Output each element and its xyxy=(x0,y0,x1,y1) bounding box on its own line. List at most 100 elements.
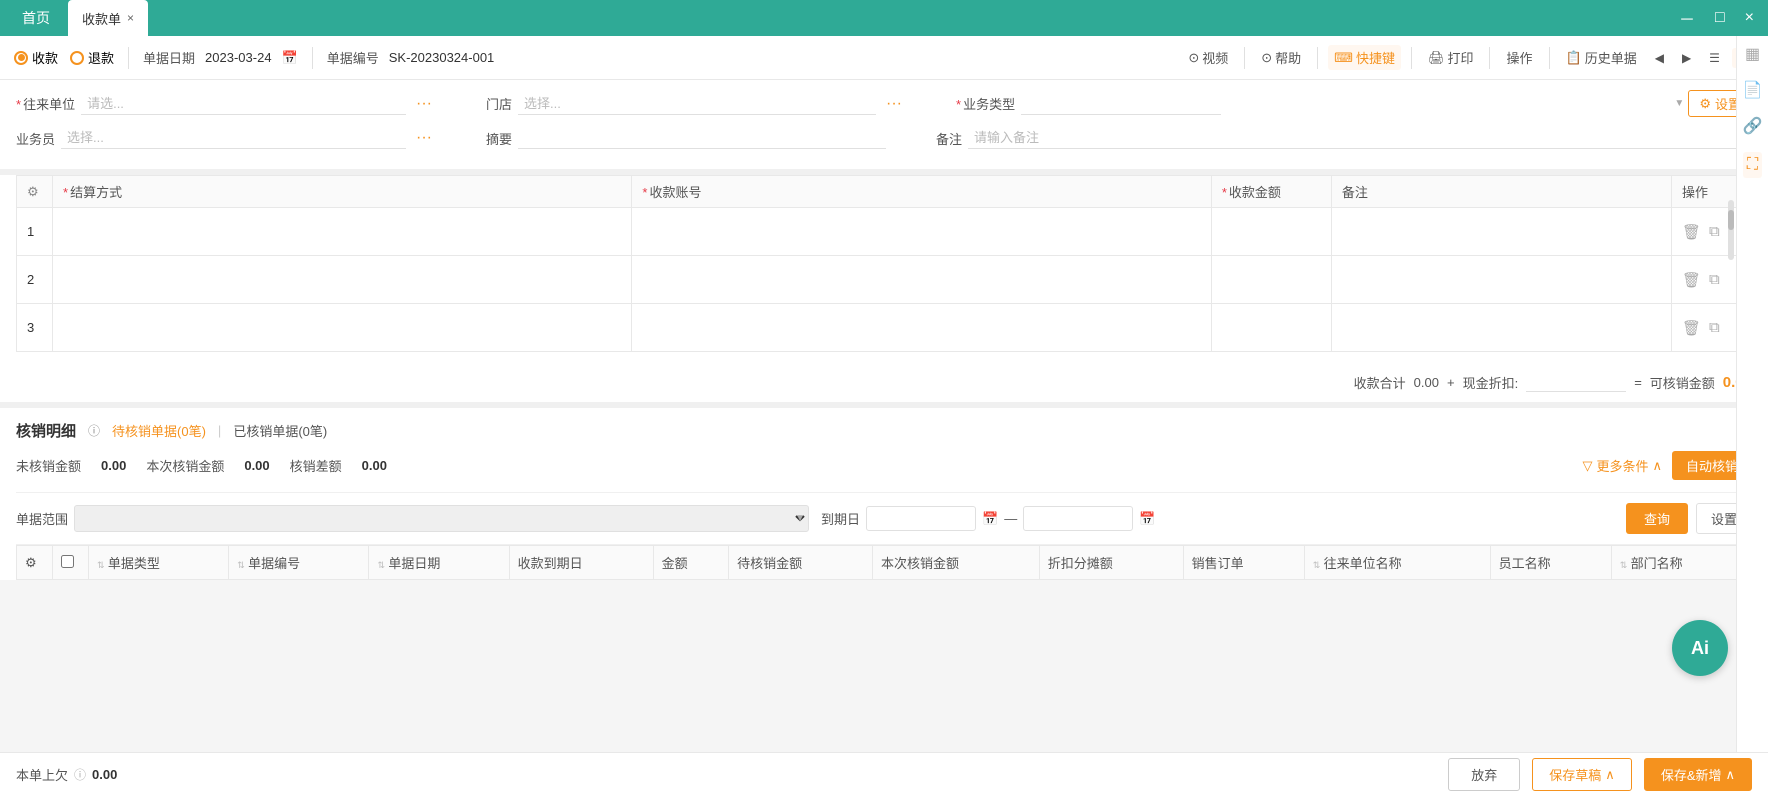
row2-account[interactable] xyxy=(632,256,1211,304)
shop-input[interactable] xyxy=(518,93,876,115)
save-draft-btn[interactable]: 保存草稿 ∧ xyxy=(1532,758,1632,791)
row1-account[interactable] xyxy=(632,208,1211,256)
date-icon-from[interactable]: 📅 xyxy=(982,511,998,527)
row3-amount[interactable] xyxy=(1211,304,1331,352)
list-icon[interactable]: ☰ xyxy=(1703,48,1726,68)
row3-account[interactable] xyxy=(632,304,1211,352)
remark-field: 备注 xyxy=(936,127,1752,149)
abandon-btn[interactable]: 放弃 xyxy=(1448,758,1520,791)
remark-input[interactable] xyxy=(968,127,1752,149)
btcol-gear[interactable]: ⚙ xyxy=(17,546,53,580)
select-all-checkbox[interactable] xyxy=(61,555,74,568)
table-gear-icon[interactable]: ⚙ xyxy=(27,184,39,199)
history-btn[interactable]: 📋 历史单据 xyxy=(1560,45,1643,70)
due-date-label: 到期日 xyxy=(821,509,860,528)
sidebar-table-icon[interactable]: ▦ xyxy=(1745,44,1760,64)
ai-float-btn[interactable]: Ai xyxy=(1672,620,1728,676)
radio-return[interactable]: 退款 xyxy=(70,48,114,67)
biz-type-input[interactable]: 预收款 xyxy=(1021,93,1221,115)
date-icon-to[interactable]: 📅 xyxy=(1139,511,1155,527)
row2-settle[interactable] xyxy=(53,256,632,304)
date-separator: — xyxy=(1004,511,1017,526)
more-conditions-btn[interactable]: ▽ 更多条件 ∧ xyxy=(1582,456,1662,475)
divider7 xyxy=(1549,47,1550,69)
print-btn[interactable]: 🖨 打印 xyxy=(1422,45,1480,70)
row1-remark[interactable] xyxy=(1331,208,1671,256)
row2-amount[interactable] xyxy=(1211,256,1331,304)
tab-receipt[interactable]: 收款单 × xyxy=(68,0,148,36)
done-tab[interactable]: 已核销单据(0笔) xyxy=(233,421,327,440)
close-btn[interactable]: × xyxy=(1739,9,1760,27)
shortcut-btn[interactable]: ⌨ 快捷键 xyxy=(1328,45,1401,70)
staff-more-btn[interactable]: ··· xyxy=(412,129,436,147)
form-row-2: 业务员 ··· 摘要 备注 xyxy=(16,127,1752,149)
pending-tab[interactable]: 待核销单据(0笔) xyxy=(112,421,206,440)
row1-copy-icon[interactable]: ⧉ xyxy=(1709,223,1720,240)
sidebar-expand-icon[interactable]: ⛶ xyxy=(1743,152,1762,178)
btcol-counterpart: ⇅ 往来单位名称 xyxy=(1304,546,1490,580)
divider3 xyxy=(1244,47,1245,69)
ops-btn[interactable]: 操作 xyxy=(1500,45,1538,70)
maximize-btn[interactable]: □ xyxy=(1709,9,1731,27)
save-new-btn[interactable]: 保存&新增 ∧ xyxy=(1644,758,1752,791)
btcol-checkbox[interactable] xyxy=(53,546,89,580)
total-value: 0.00 xyxy=(1414,375,1439,390)
this-bill-icon[interactable]: ⓘ xyxy=(74,766,86,783)
divider4 xyxy=(1317,47,1318,69)
video-icon: ⊙ xyxy=(1188,50,1199,66)
history-icon: 📋 xyxy=(1566,50,1582,66)
row3-remark[interactable] xyxy=(1331,304,1671,352)
reconcile-info-icon[interactable]: ⓘ xyxy=(88,422,100,439)
video-btn[interactable]: ⊙ 视频 xyxy=(1182,45,1234,70)
row1-settle[interactable] xyxy=(53,208,632,256)
query-btn[interactable]: 查询 xyxy=(1626,503,1688,534)
row2-remark[interactable] xyxy=(1331,256,1671,304)
calendar-icon[interactable]: 📅 xyxy=(282,50,298,66)
staff-input[interactable] xyxy=(61,127,406,149)
remark-label: 备注 xyxy=(936,129,962,148)
row3-copy-icon[interactable]: ⧉ xyxy=(1709,319,1720,336)
bill-range-select[interactable] xyxy=(74,505,809,532)
summary-label: 摘要 xyxy=(486,129,512,148)
sort-icon4: ⇅ xyxy=(1313,560,1321,570)
save-new-arrow[interactable]: ∧ xyxy=(1725,767,1735,783)
help-btn[interactable]: ⊙ 帮助 xyxy=(1255,45,1307,70)
summary-input[interactable] xyxy=(518,127,886,149)
footer-right: 放弃 保存草稿 ∧ 保存&新增 ∧ xyxy=(1448,758,1752,791)
footer-left: 本单上欠 ⓘ 0.00 xyxy=(16,765,117,784)
btcol-due-date: 收款到期日 xyxy=(509,546,653,580)
row1-delete-icon[interactable]: 🗑 xyxy=(1682,223,1701,241)
due-date-from[interactable]: 2022-04-01 xyxy=(866,506,976,531)
save-draft-arrow[interactable]: ∧ xyxy=(1605,767,1615,783)
shop-more-btn[interactable]: ··· xyxy=(882,95,906,113)
due-date-to[interactable]: 2022-04-12 xyxy=(1023,506,1133,531)
scroll-thumb[interactable] xyxy=(1728,210,1734,230)
help-icon: ⊙ xyxy=(1261,50,1272,66)
prev-icon[interactable]: ◀ xyxy=(1649,48,1670,68)
minimize-btn[interactable]: － xyxy=(1673,6,1701,30)
row2-copy-icon[interactable]: ⧉ xyxy=(1709,271,1720,288)
current-label: 本次核销金额 xyxy=(146,456,224,475)
discount-input[interactable] xyxy=(1526,372,1626,392)
tab-close-icon[interactable]: × xyxy=(127,11,134,25)
row3-delete-icon[interactable]: 🗑 xyxy=(1682,319,1701,337)
row3-settle[interactable] xyxy=(53,304,632,352)
radio-receive[interactable]: 收款 xyxy=(14,48,58,67)
staff-field: 业务员 ··· xyxy=(16,127,436,149)
bottom-table: ⚙ ⇅ 单据类型 ⇅ 单据编号 ⇅ 单据日期 收款到期日 金 xyxy=(16,545,1752,580)
tab-home[interactable]: 首页 xyxy=(8,0,64,36)
form-row-1: *往来单位 ··· 门店 ··· *业务类型 预收款 ▼ ⚙ 设置 xyxy=(16,90,1752,117)
shortcut-icon: ⌨ xyxy=(1334,50,1353,66)
row1-amount[interactable] xyxy=(1211,208,1331,256)
counterpart-input[interactable] xyxy=(81,93,406,115)
chevron-up-icon: ∧ xyxy=(1652,458,1662,474)
sidebar-doc-icon[interactable]: 📄 xyxy=(1743,80,1763,100)
scroll-indicator[interactable] xyxy=(1728,200,1734,260)
row2-delete-icon[interactable]: 🗑 xyxy=(1682,271,1701,289)
sidebar-link-icon[interactable]: 🔗 xyxy=(1743,116,1763,136)
receivable-label: 可核销金额 xyxy=(1650,373,1715,392)
this-bill-label: 本单上欠 xyxy=(16,765,68,784)
next-icon[interactable]: ▶ xyxy=(1676,48,1697,68)
counterpart-more-btn[interactable]: ··· xyxy=(412,95,436,113)
btcol-amount: 金额 xyxy=(653,546,728,580)
